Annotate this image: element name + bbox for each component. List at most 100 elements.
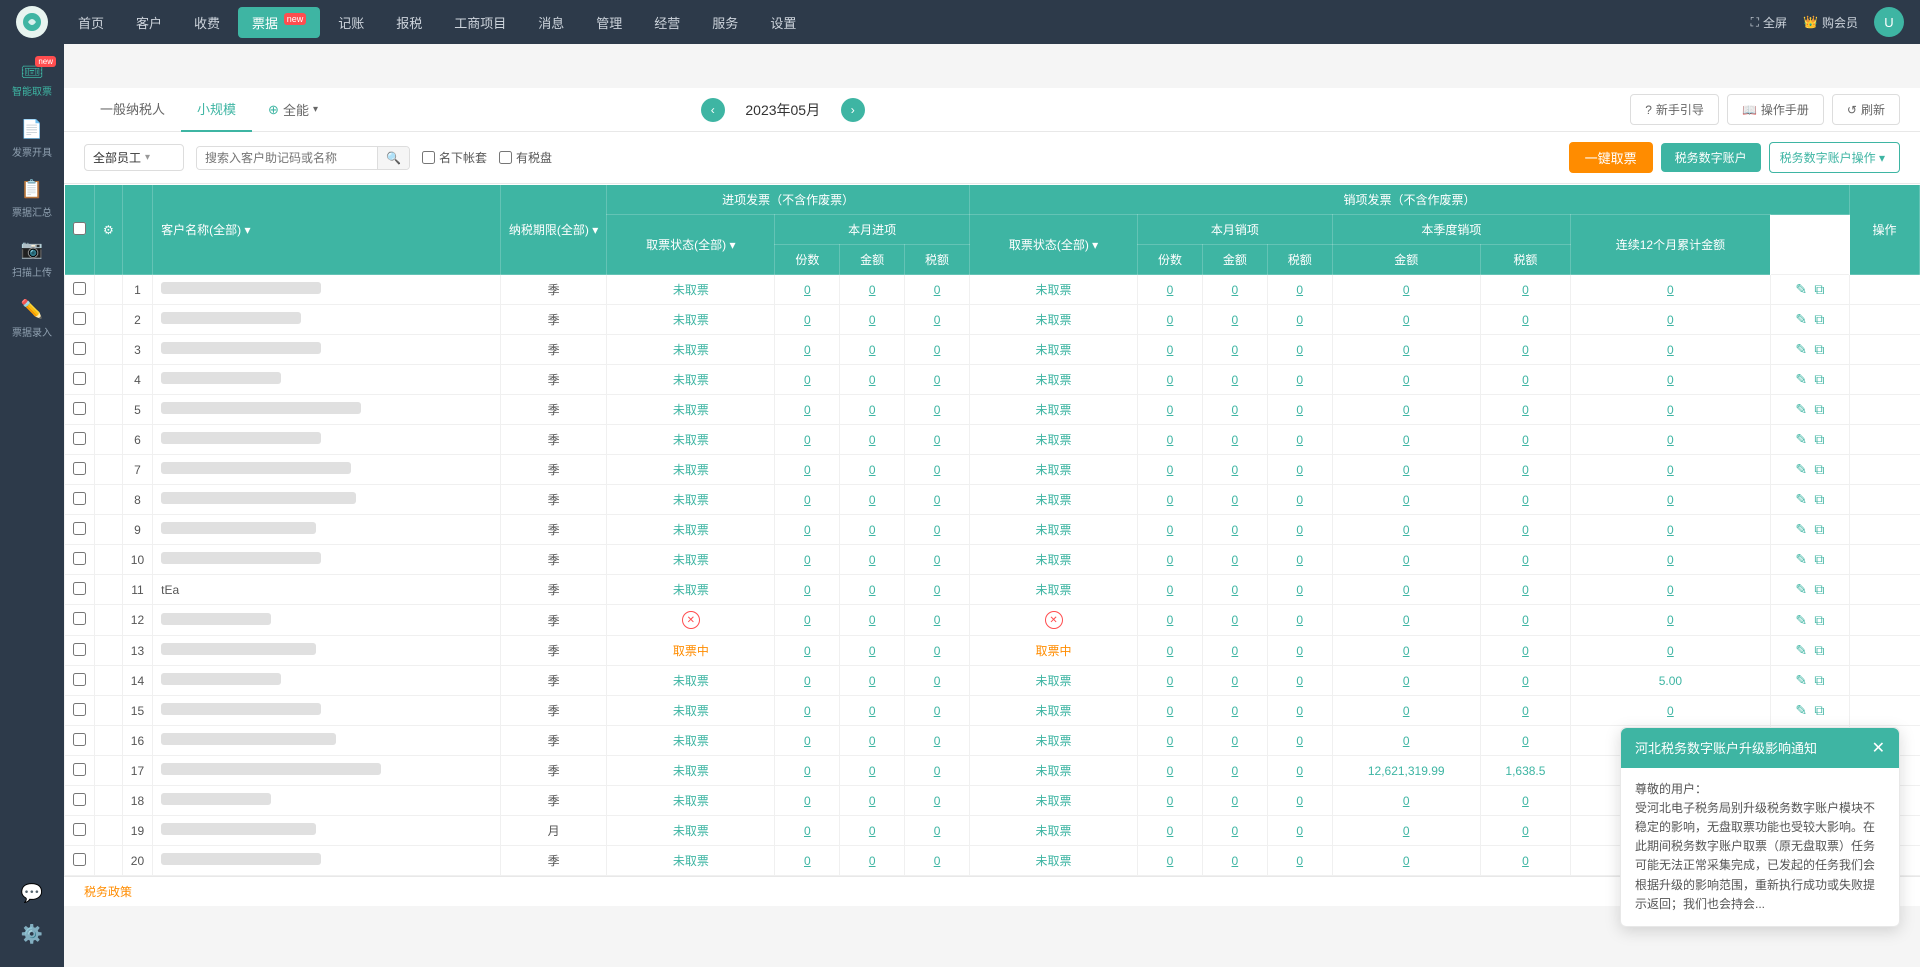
- row-checkbox[interactable]: [73, 673, 86, 686]
- nav-business[interactable]: 工商项目: [440, 7, 520, 38]
- copy-icon[interactable]: ⧉: [1814, 642, 1824, 658]
- copy-icon[interactable]: ⧉: [1814, 612, 1824, 628]
- nav-message[interactable]: 消息: [524, 7, 578, 38]
- nav-home[interactable]: 首页: [64, 7, 118, 38]
- nav-fee[interactable]: 收费: [180, 7, 234, 38]
- edit-icon[interactable]: ✎: [1795, 491, 1807, 507]
- edit-icon[interactable]: ✎: [1795, 612, 1807, 628]
- th-tax-period[interactable]: 纳税期限(全部) ▾: [500, 185, 606, 275]
- edit-icon[interactable]: ✎: [1795, 672, 1807, 688]
- row-checkbox[interactable]: [73, 643, 86, 656]
- row-checkbox[interactable]: [73, 462, 86, 475]
- row-checkbox[interactable]: [73, 763, 86, 776]
- row-checkbox[interactable]: [73, 612, 86, 625]
- copy-icon[interactable]: ⧉: [1814, 551, 1824, 567]
- checkbox-taxdisk[interactable]: 有税盘: [499, 149, 552, 166]
- sidebar-item-invoice-open[interactable]: 📄 发票开具: [0, 109, 64, 169]
- edit-icon[interactable]: ✎: [1795, 311, 1807, 327]
- month-prev-button[interactable]: ‹: [701, 98, 725, 122]
- nav-accounting[interactable]: 记账: [324, 7, 378, 38]
- search-button[interactable]: 🔍: [377, 147, 409, 169]
- logo[interactable]: [16, 6, 48, 38]
- tax-digital-account-button[interactable]: 税务数字账户: [1661, 143, 1761, 172]
- nav-service[interactable]: 服务: [698, 7, 752, 38]
- popup-close-button[interactable]: ✕: [1872, 738, 1885, 758]
- row-checkbox[interactable]: [73, 703, 86, 716]
- tax-policy-link[interactable]: 税务政策: [84, 883, 132, 900]
- nav-settings[interactable]: 设置: [756, 7, 810, 38]
- search-input[interactable]: [197, 147, 377, 169]
- sidebar-item-smart-ticket[interactable]: 🎟 智能取票 new: [0, 52, 64, 109]
- row-checkbox[interactable]: [73, 582, 86, 595]
- row-checkbox[interactable]: [73, 312, 86, 325]
- copy-icon[interactable]: ⧉: [1814, 371, 1824, 387]
- copy-icon[interactable]: ⧉: [1814, 702, 1824, 718]
- copy-icon[interactable]: ⧉: [1814, 401, 1824, 417]
- edit-icon[interactable]: ✎: [1795, 281, 1807, 297]
- manual-button[interactable]: 📖 操作手册: [1727, 94, 1824, 125]
- nav-ticket[interactable]: 票据 new: [238, 7, 320, 38]
- copy-icon[interactable]: ⧉: [1814, 672, 1824, 688]
- one-click-ticket-button[interactable]: 一键取票: [1569, 142, 1653, 173]
- row-checkbox[interactable]: [73, 522, 86, 535]
- row-checkbox[interactable]: [73, 793, 86, 806]
- nav-manage[interactable]: 管理: [582, 7, 636, 38]
- tab-general-taxpayer[interactable]: 一般纳税人: [84, 88, 181, 132]
- row-checkbox[interactable]: [73, 552, 86, 565]
- row-checkbox[interactable]: [73, 282, 86, 295]
- nav-client[interactable]: 客户: [122, 7, 176, 38]
- copy-icon[interactable]: ⧉: [1814, 431, 1824, 447]
- edit-icon[interactable]: ✎: [1795, 521, 1807, 537]
- tab-small-scale[interactable]: 小规模: [181, 88, 252, 132]
- copy-icon[interactable]: ⧉: [1814, 461, 1824, 477]
- refresh-button[interactable]: ↺ 刷新: [1832, 94, 1900, 125]
- sidebar-item-ticket-entry[interactable]: ✏️ 票据录入: [0, 289, 64, 349]
- edit-icon[interactable]: ✎: [1795, 581, 1807, 597]
- th-in-amount: 金额: [840, 245, 905, 275]
- edit-icon[interactable]: ✎: [1795, 551, 1807, 567]
- edit-icon[interactable]: ✎: [1795, 642, 1807, 658]
- row-checkbox[interactable]: [73, 853, 86, 866]
- user-avatar[interactable]: U: [1874, 7, 1904, 37]
- sidebar-item-scan-upload[interactable]: 📷 扫描上传: [0, 229, 64, 289]
- edit-icon[interactable]: ✎: [1795, 371, 1807, 387]
- copy-icon[interactable]: ⧉: [1814, 581, 1824, 597]
- tab-all-scope[interactable]: ⊕ 全能 ▾: [268, 100, 318, 119]
- copy-icon[interactable]: ⧉: [1814, 341, 1824, 357]
- edit-icon[interactable]: ✎: [1795, 461, 1807, 477]
- copy-icon[interactable]: ⧉: [1814, 491, 1824, 507]
- sidebar-item-ticket-summary[interactable]: 📋 票据汇总: [0, 169, 64, 229]
- employee-filter[interactable]: 全部员工 ▾: [84, 144, 184, 171]
- th-out-take-status[interactable]: 取票状态(全部) ▾: [969, 215, 1137, 275]
- row-checkbox[interactable]: [73, 372, 86, 385]
- checkbox-account[interactable]: 名下帐套: [422, 149, 487, 166]
- edit-icon[interactable]: ✎: [1795, 702, 1807, 718]
- row-checkbox[interactable]: [73, 402, 86, 415]
- sidebar-item-messages[interactable]: 💬: [21, 873, 43, 914]
- row-checkbox[interactable]: [73, 823, 86, 836]
- edit-icon[interactable]: ✎: [1795, 431, 1807, 447]
- fullscreen-button[interactable]: ⛶ 全屏: [1751, 14, 1787, 31]
- row-checkbox[interactable]: [73, 733, 86, 746]
- account-checkbox[interactable]: [422, 151, 435, 164]
- edit-icon[interactable]: ✎: [1795, 341, 1807, 357]
- th-client-name[interactable]: 客户名称(全部) ▾: [153, 185, 501, 275]
- nav-operation[interactable]: 经营: [640, 7, 694, 38]
- copy-icon[interactable]: ⧉: [1814, 281, 1824, 297]
- th-in-take-status[interactable]: 取票状态(全部) ▾: [607, 215, 775, 275]
- tax-digital-account-ops-button[interactable]: 税务数字账户操作 ▾: [1769, 142, 1900, 173]
- row-checkbox[interactable]: [73, 342, 86, 355]
- select-all-checkbox[interactable]: [73, 222, 86, 235]
- row-checkbox[interactable]: [73, 492, 86, 505]
- copy-icon[interactable]: ⧉: [1814, 521, 1824, 537]
- copy-icon[interactable]: ⧉: [1814, 311, 1824, 327]
- taxdisk-checkbox[interactable]: [499, 151, 512, 164]
- edit-icon[interactable]: ✎: [1795, 401, 1807, 417]
- nav-tax[interactable]: 报税: [382, 7, 436, 38]
- row-checkbox[interactable]: [73, 432, 86, 445]
- month-next-button[interactable]: ›: [841, 98, 865, 122]
- vip-button[interactable]: 👑 购会员: [1803, 14, 1858, 31]
- guide-button[interactable]: ? 新手引导: [1630, 94, 1719, 125]
- sidebar-item-config[interactable]: ⚙️: [21, 914, 43, 955]
- th-settings[interactable]: ⚙: [95, 185, 123, 275]
